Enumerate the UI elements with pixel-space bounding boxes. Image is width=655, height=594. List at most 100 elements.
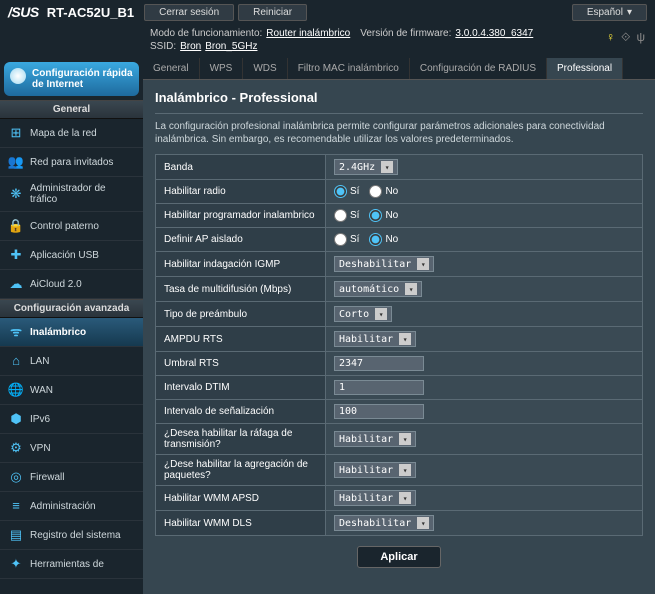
sidebar-item-label: Registro del sistema: [30, 530, 121, 541]
setting-value: Corto▾: [326, 302, 643, 327]
sidebar-item-label: Mapa de la red: [30, 128, 97, 139]
sidebar-item[interactable]: ᯤInalámbrico: [0, 318, 143, 347]
page-title: Inalámbrico - Professional: [155, 90, 643, 114]
sidebar-item[interactable]: ▤Registro del sistema: [0, 521, 143, 550]
section-general: General: [0, 100, 143, 119]
language-select[interactable]: Español ▾: [572, 4, 647, 21]
nav-icon: 🔒: [8, 218, 24, 234]
chevron-down-icon: ▾: [627, 7, 632, 18]
sidebar-item-label: Red para invitados: [30, 157, 113, 168]
tab[interactable]: Filtro MAC inalámbrico: [288, 58, 410, 79]
setting-value: Sí No: [326, 204, 643, 228]
text-input[interactable]: [334, 380, 424, 395]
radio-yes[interactable]: Sí: [334, 233, 359, 246]
apply-button[interactable]: Aplicar: [357, 546, 440, 568]
sidebar-item[interactable]: ⬢IPv6: [0, 405, 143, 434]
select[interactable]: Habilitar▾: [334, 431, 416, 447]
chevron-down-icon: ▾: [417, 258, 429, 270]
sidebar-item[interactable]: 🌐WAN: [0, 376, 143, 405]
text-input[interactable]: [334, 356, 424, 371]
link-icon[interactable]: ⟐: [621, 30, 630, 45]
setting-label: Intervalo de señalización: [156, 400, 326, 424]
select[interactable]: 2.4GHz▾: [334, 159, 398, 175]
radio-no[interactable]: No: [369, 209, 398, 222]
header: /SUS RT-AC52U_B1 Cerrar sesión Reiniciar…: [0, 0, 655, 24]
sidebar-item[interactable]: ◎Firewall: [0, 463, 143, 492]
nav-icon: ✚: [8, 247, 24, 263]
sidebar-item-label: VPN: [30, 443, 51, 454]
sidebar-item[interactable]: 🔒 Control paterno: [0, 212, 143, 241]
setting-label: Habilitar WMM DLS: [156, 511, 326, 536]
nav-icon: 👥: [8, 154, 24, 170]
usb-icon[interactable]: ψ: [636, 30, 645, 45]
sidebar-item[interactable]: ⌂ LAN: [0, 347, 143, 376]
tab[interactable]: General: [143, 58, 200, 79]
nav-icon: ⌂: [8, 353, 24, 369]
chevron-down-icon: ▾: [405, 283, 417, 295]
model-name: RT-AC52U_B1: [47, 5, 134, 20]
select[interactable]: Habilitar▾: [334, 331, 416, 347]
setting-label: Definir AP aislado: [156, 228, 326, 252]
sidebar-item-label: Inalámbrico: [30, 327, 86, 338]
mode-value[interactable]: Router inalámbrico: [266, 28, 350, 39]
select[interactable]: automático▾: [334, 281, 422, 297]
bulb-icon[interactable]: ♀: [606, 30, 615, 45]
select[interactable]: Corto▾: [334, 306, 392, 322]
setting-label: Intervalo DTIM: [156, 376, 326, 400]
nav-icon: ❋: [8, 186, 24, 202]
setting-value: [326, 352, 643, 376]
setting-value: Habilitar▾: [326, 424, 643, 455]
sidebar-item[interactable]: ❋ Administrador de tráfico: [0, 177, 143, 212]
sidebar-item[interactable]: ✦Herramientas de: [0, 550, 143, 579]
setting-label: Habilitar WMM APSD: [156, 486, 326, 511]
select[interactable]: Habilitar▾: [334, 462, 416, 478]
sidebar-item[interactable]: 👥 Red para invitados: [0, 148, 143, 177]
setting-label: Tasa de multidifusión (Mbps): [156, 277, 326, 302]
tab[interactable]: Professional: [547, 58, 623, 79]
select[interactable]: Deshabilitar▾: [334, 515, 434, 531]
sidebar-item-label: LAN: [30, 356, 49, 367]
setting-label: AMPDU RTS: [156, 327, 326, 352]
sidebar: Configuración rápida de Internet General…: [0, 58, 143, 594]
tab[interactable]: Configuración de RADIUS: [410, 58, 547, 79]
fw-label: Versión de firmware:: [360, 28, 451, 39]
sidebar-item[interactable]: ⊞Mapa de la red: [0, 119, 143, 148]
sidebar-item[interactable]: ☁AiCloud 2.0: [0, 270, 143, 299]
tab[interactable]: WPS: [200, 58, 244, 79]
ssid-24[interactable]: Bron: [180, 41, 201, 52]
radio-yes[interactable]: Sí: [334, 209, 359, 222]
reboot-button[interactable]: Reiniciar: [238, 4, 307, 21]
sidebar-item[interactable]: ≡Administración: [0, 492, 143, 521]
setting-value: Sí No: [326, 180, 643, 204]
page-desc: La configuración profesional inalámbrica…: [155, 120, 643, 146]
chevron-down-icon: ▾: [399, 433, 411, 445]
setting-value: automático▾: [326, 277, 643, 302]
logout-button[interactable]: Cerrar sesión: [144, 4, 234, 21]
sidebar-item-label: Control paterno: [30, 221, 99, 232]
setting-value: Sí No: [326, 228, 643, 252]
sidebar-item[interactable]: ⚙ VPN: [0, 434, 143, 463]
nav-icon: ⚙: [8, 440, 24, 456]
setting-label: ¿Desea habilitar la ráfaga de transmisió…: [156, 424, 326, 455]
radio-no[interactable]: No: [369, 185, 398, 198]
select[interactable]: Deshabilitar▾: [334, 256, 434, 272]
tab[interactable]: WDS: [243, 58, 287, 79]
setting-value: 2.4GHz▾: [326, 155, 643, 180]
select[interactable]: Habilitar▾: [334, 490, 416, 506]
sidebar-item-label: Firewall: [30, 472, 64, 483]
radio-yes[interactable]: Sí: [334, 185, 359, 198]
sidebar-item[interactable]: ✚Aplicación USB: [0, 241, 143, 270]
panel: Inalámbrico - Professional La configurac…: [143, 80, 655, 594]
setting-value: Deshabilitar▾: [326, 252, 643, 277]
fw-value[interactable]: 3.0.0.4.380_6347: [455, 28, 533, 39]
radio-no[interactable]: No: [369, 233, 398, 246]
text-input[interactable]: [334, 404, 424, 419]
chevron-down-icon: ▾: [399, 464, 411, 476]
chevron-down-icon: ▾: [399, 492, 411, 504]
setting-label: Habilitar radio: [156, 180, 326, 204]
sidebar-item-label: Administrador de tráfico: [30, 183, 135, 205]
setting-label: Habilitar programador inalambrico: [156, 204, 326, 228]
qis-button[interactable]: Configuración rápida de Internet: [4, 62, 139, 96]
ssid-5[interactable]: Bron_5GHz: [205, 41, 257, 52]
nav-icon: ☁: [8, 276, 24, 292]
